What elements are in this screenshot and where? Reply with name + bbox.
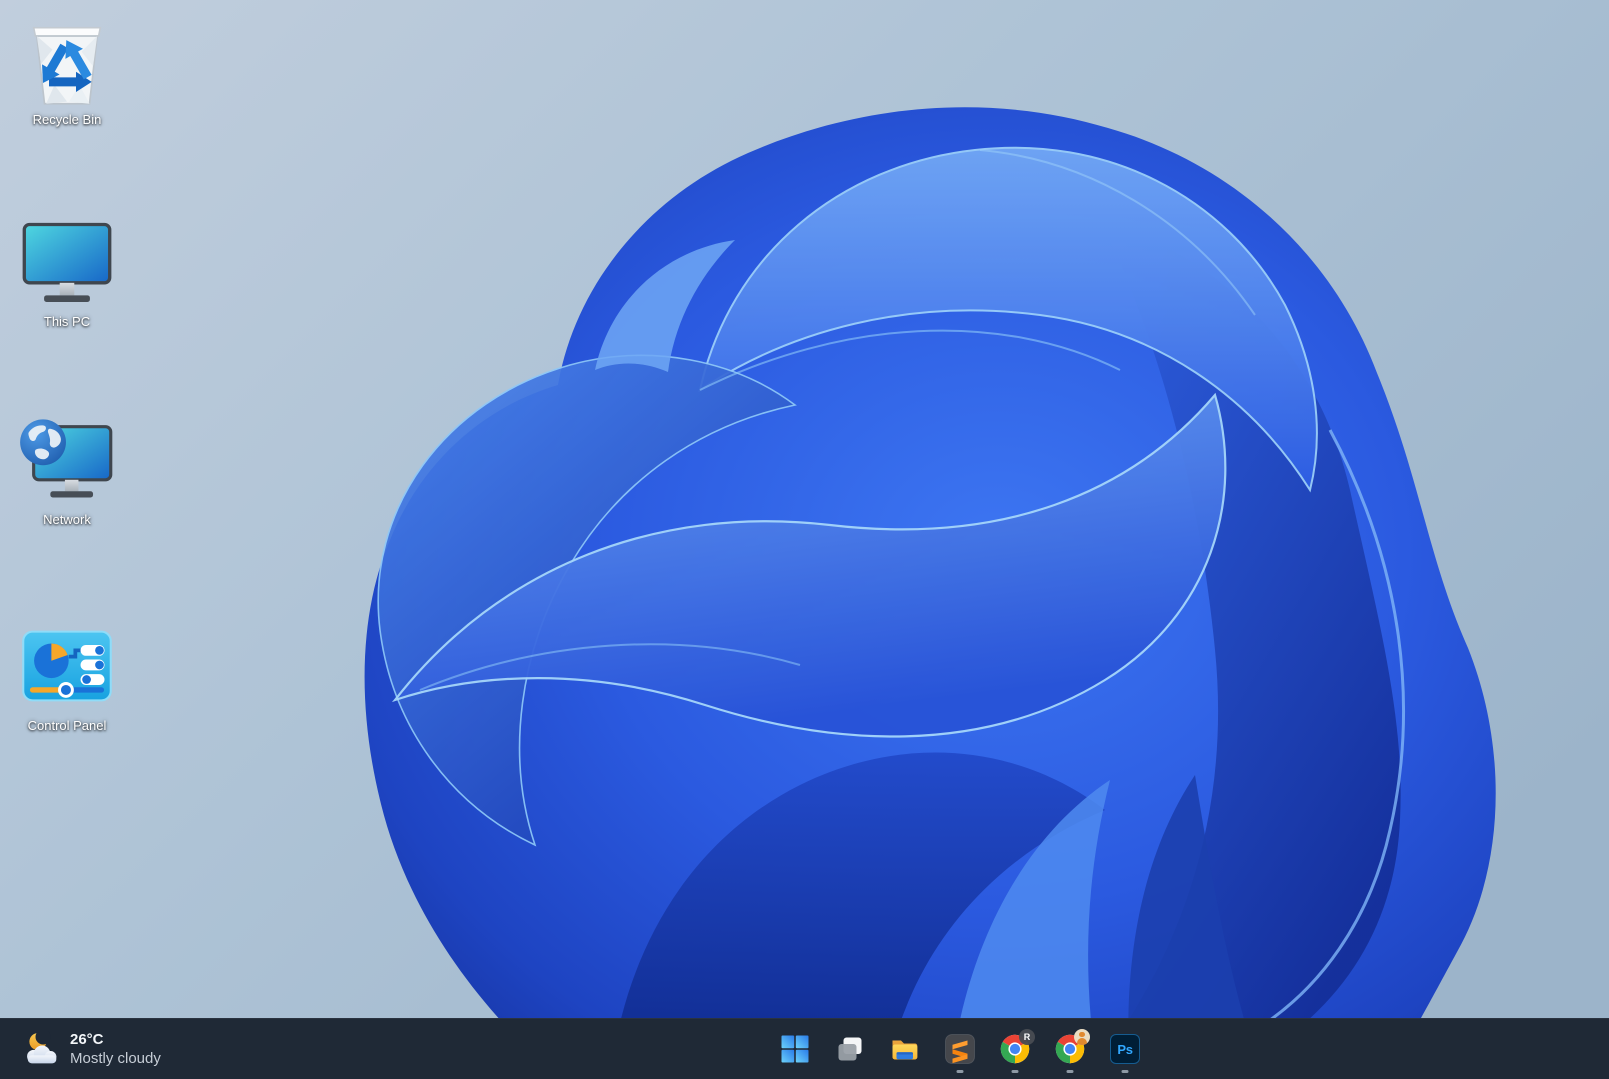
control-panel-icon — [17, 616, 117, 716]
task-view-icon — [835, 1034, 865, 1064]
photoshop-icon: Ps — [1110, 1034, 1140, 1064]
sublime-text-icon — [945, 1034, 975, 1064]
task-view-button[interactable] — [827, 1022, 873, 1076]
desktop-icon-control-panel[interactable]: Control Panel — [2, 616, 132, 734]
desktop-icon-label: Control Panel — [28, 718, 107, 734]
desktop-icon-label: Recycle Bin — [33, 112, 102, 128]
file-explorer-folder-icon — [890, 1034, 920, 1064]
desktop-icon-label: This PC — [44, 314, 90, 330]
taskbar-app-buttons: R Ps — [772, 1019, 1148, 1079]
desktop-icon-network[interactable]: Network — [2, 410, 132, 528]
running-indicator — [1012, 1070, 1019, 1073]
desktop-icon-label: Network — [43, 512, 91, 528]
recycle-bin-icon — [17, 10, 117, 110]
weather-moon-cloud-icon — [22, 1031, 60, 1067]
photoshop-icon-label: Ps — [1117, 1042, 1132, 1057]
chrome-profile-r-badge: R — [1019, 1029, 1035, 1045]
taskbar-weather-widget[interactable]: 26°C Mostly cloudy — [10, 1019, 173, 1079]
windows-logo-icon — [780, 1034, 810, 1064]
chrome-profile-avatar-badge — [1074, 1029, 1090, 1045]
chrome-button-profile-r[interactable]: R — [992, 1022, 1038, 1076]
taskbar: 26°C Mostly cloudy — [0, 1018, 1609, 1079]
desktop-icon-this-pc[interactable]: This PC — [2, 212, 132, 330]
file-explorer-button[interactable] — [882, 1022, 928, 1076]
network-icon — [17, 410, 117, 510]
photoshop-button[interactable]: Ps — [1102, 1022, 1148, 1076]
running-indicator — [957, 1070, 964, 1073]
start-button[interactable] — [772, 1022, 818, 1076]
running-indicator — [1067, 1070, 1074, 1073]
weather-condition: Mostly cloudy — [70, 1049, 161, 1069]
running-indicator — [1122, 1070, 1129, 1073]
this-pc-icon — [17, 212, 117, 312]
weather-text: 26°C Mostly cloudy — [70, 1030, 161, 1069]
weather-temperature: 26°C — [70, 1030, 161, 1050]
chrome-button-profile-avatar[interactable] — [1047, 1022, 1093, 1076]
wallpaper-bloom — [0, 0, 1609, 1079]
sublime-text-button[interactable] — [937, 1022, 983, 1076]
desktop-icon-recycle-bin[interactable]: Recycle Bin — [2, 10, 132, 128]
windows-desktop: Recycle Bin This PC Network — [0, 0, 1609, 1079]
